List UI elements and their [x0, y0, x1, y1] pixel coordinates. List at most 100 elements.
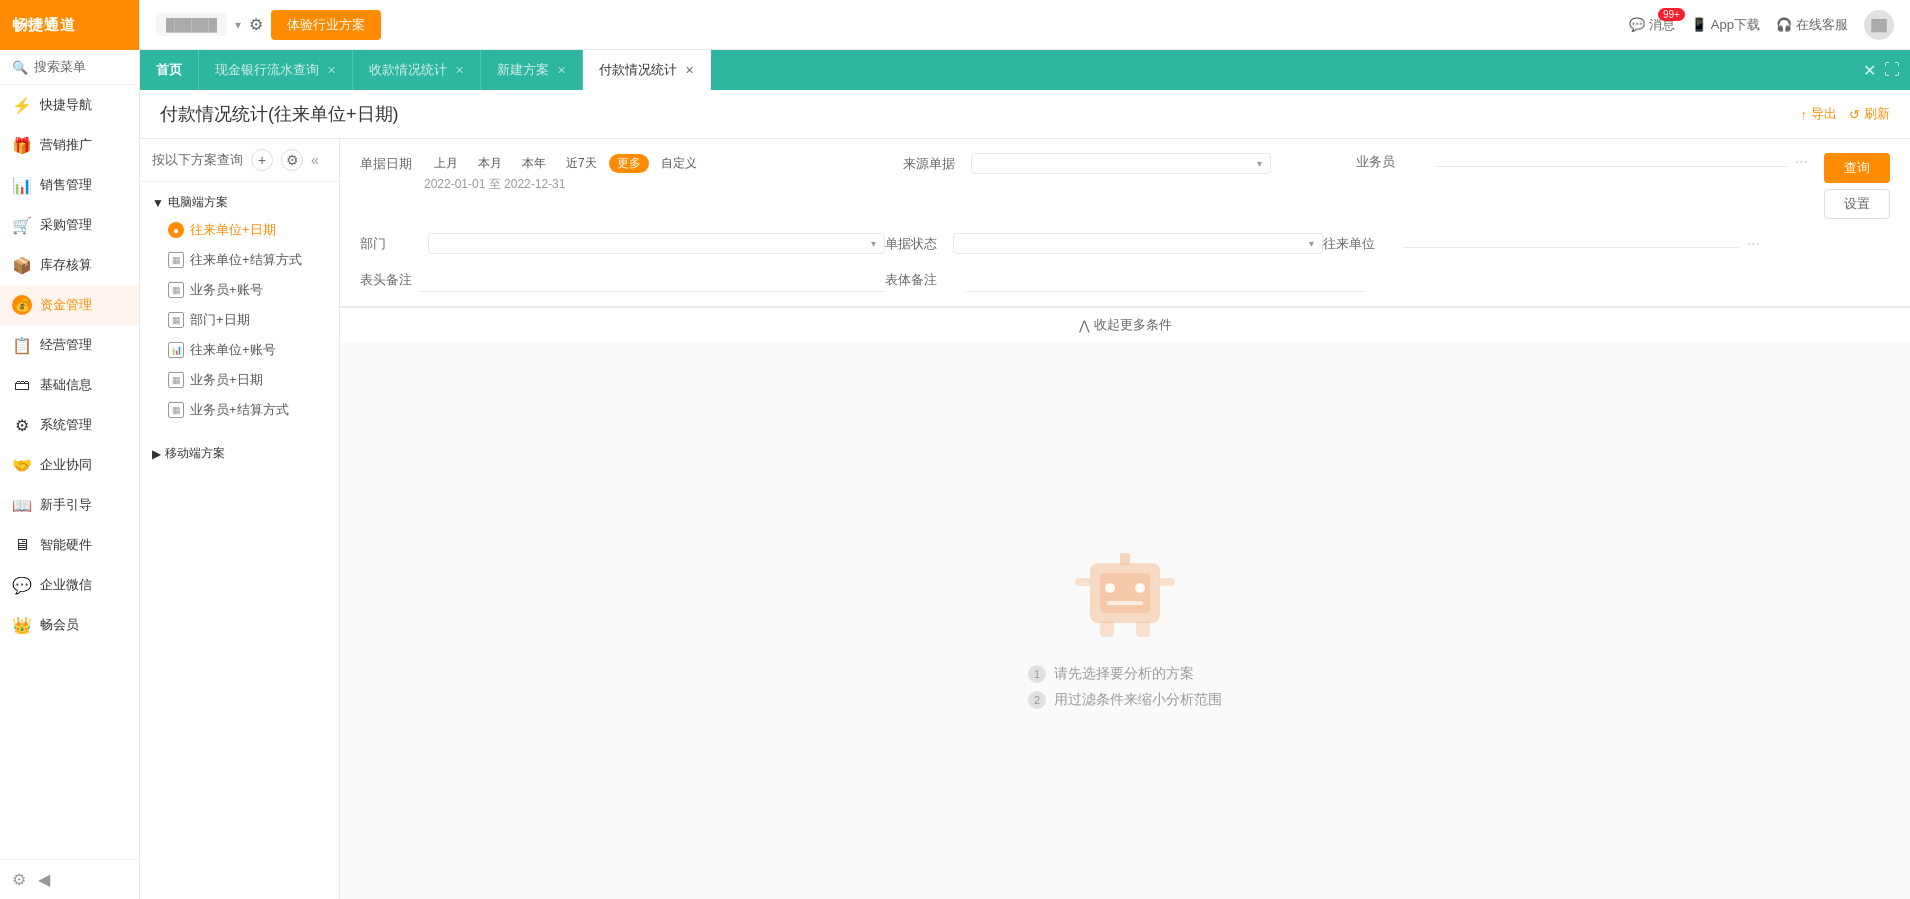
user-avatar[interactable]: ██	[1864, 10, 1894, 40]
scheme-item-salesperson-settle[interactable]: ▦ 业务员+结算方式	[140, 395, 339, 425]
purchase-icon: 🛒	[12, 215, 32, 235]
scheme-item-salesperson-account[interactable]: ▦ 业务员+账号	[140, 275, 339, 305]
dept-select[interactable]: ▾	[428, 233, 885, 254]
sidebar-item-system[interactable]: ⚙ 系统管理	[0, 405, 139, 445]
tab-fullscreen-icon[interactable]: ⛶	[1884, 61, 1900, 79]
sidebar-item-basic-info[interactable]: 🗃 基础信息	[0, 365, 139, 405]
settings-bottom-icon[interactable]: ⚙	[12, 870, 26, 889]
tabs-end-actions: ✕ ⛶	[1853, 50, 1910, 90]
sidebar-item-marketing[interactable]: 🎁 营销推广	[0, 125, 139, 165]
date-range-text: 2022-01-01 至 2022-12-31	[424, 177, 565, 191]
enterprise-icon: 🤝	[12, 455, 32, 475]
date-this-month-btn[interactable]: 本月	[470, 153, 510, 174]
app-download-item[interactable]: 📱 App下载	[1691, 16, 1760, 34]
filter-area: 单据日期 上月 本月 本年 近7天 更多 自定义	[340, 139, 1910, 307]
salesperson-dots[interactable]: ···	[1795, 153, 1808, 171]
sidebar: 畅捷通道 标准版 🔍 搜索菜单 ⚡ 快捷导航 🎁 营销推广 📊 销售管理 🛒 采…	[0, 0, 140, 899]
scheme-item-label: 业务员+日期	[190, 371, 263, 389]
export-btn[interactable]: ↑ 导出	[1801, 105, 1838, 123]
svg-rect-7	[1159, 578, 1175, 586]
sidebar-item-label: 智能硬件	[40, 536, 92, 554]
collapse-more-btn[interactable]: ⋀ 收起更多条件	[340, 307, 1910, 342]
messages-item[interactable]: 💬 消息 99+	[1629, 16, 1675, 34]
tab-payment-stats[interactable]: 付款情况统计 ✕	[583, 50, 711, 90]
sidebar-item-vip[interactable]: 👑 畅会员	[0, 605, 139, 645]
sidebar-item-guide[interactable]: 📖 新手引导	[0, 485, 139, 525]
sidebar-item-operations[interactable]: 📋 经营管理	[0, 325, 139, 365]
receipt-stats-close-icon[interactable]: ✕	[455, 64, 464, 77]
scheme-item-partner-account[interactable]: 📊 往来单位+账号	[140, 335, 339, 365]
salesperson-label: 业务员	[1356, 153, 1436, 171]
scheme-item-dept-date[interactable]: ▦ 部门+日期	[140, 305, 339, 335]
sidebar-item-purchase[interactable]: 🛒 采购管理	[0, 205, 139, 245]
tab-receipt-stats[interactable]: 收款情况统计 ✕	[353, 50, 481, 90]
scheme-add-btn[interactable]: +	[251, 149, 273, 171]
date-label: 单据日期	[360, 155, 420, 173]
sidebar-logo: 畅捷通道 标准版	[0, 0, 139, 50]
sidebar-item-sales[interactable]: 📊 销售管理	[0, 165, 139, 205]
page-header: 付款情况统计(往来单位+日期) ↑ 导出 ↺ 刷新	[140, 90, 1910, 139]
new-scheme-close-icon[interactable]: ✕	[557, 64, 566, 77]
refresh-label: 刷新	[1864, 105, 1890, 123]
source-select[interactable]: ▾	[971, 153, 1271, 174]
scheme-settings-btn[interactable]: ⚙	[281, 149, 303, 171]
scheme-item-partner-date[interactable]: ● 往来单位+日期	[140, 215, 339, 245]
refresh-btn[interactable]: ↺ 刷新	[1849, 105, 1890, 123]
source-chevron-icon: ▾	[1257, 158, 1262, 169]
date-custom-btn[interactable]: 自定义	[653, 153, 705, 174]
refresh-icon: ↺	[1849, 107, 1860, 122]
svg-point-3	[1135, 583, 1145, 593]
tab-bank-flow[interactable]: 现金银行流水查询 ✕	[199, 50, 353, 90]
grid-icon: ▦	[168, 312, 184, 328]
phone-icon: 📱	[1691, 17, 1707, 32]
sidebar-item-wechat[interactable]: 💬 企业微信	[0, 565, 139, 605]
online-service-item[interactable]: 🎧 在线客服	[1776, 16, 1848, 34]
query-btn[interactable]: 查询	[1824, 153, 1890, 183]
logo-badge: 标准版	[12, 0, 66, 48]
svg-rect-1	[1100, 573, 1150, 613]
doc-status-chevron-icon: ▾	[1309, 238, 1314, 249]
company-selector[interactable]: ██████	[156, 13, 227, 36]
scheme-item-salesperson-date[interactable]: ▦ 业务员+日期	[140, 365, 339, 395]
bank-flow-close-icon[interactable]: ✕	[327, 64, 336, 77]
settings-btn[interactable]: 设置	[1824, 189, 1890, 219]
sidebar-item-enterprise[interactable]: 🤝 企业协同	[0, 445, 139, 485]
payment-stats-close-icon[interactable]: ✕	[685, 64, 694, 77]
sidebar-item-label: 经营管理	[40, 336, 92, 354]
add-icon: +	[258, 152, 266, 168]
trial-btn[interactable]: 体验行业方案	[271, 10, 381, 40]
date-this-year-btn[interactable]: 本年	[514, 153, 554, 174]
guide-icon: 📖	[12, 495, 32, 515]
tab-home[interactable]: 首页	[140, 50, 199, 90]
date-last-month-btn[interactable]: 上月	[426, 153, 466, 174]
date-7days-btn[interactable]: 近7天	[558, 153, 605, 174]
sidebar-item-hardware[interactable]: 🖥 智能硬件	[0, 525, 139, 565]
body-note-input[interactable]	[965, 268, 1365, 292]
scheme-group-header-pc[interactable]: ▼ 电脑端方案	[140, 190, 339, 215]
scheme-panel: 按以下方案查询 + ⚙ « ▼ 电脑端方案 ●	[140, 139, 340, 899]
topbar-settings-icon[interactable]: ⚙	[249, 15, 263, 34]
collapse-sidebar-icon[interactable]: ◀	[38, 870, 50, 889]
sidebar-item-inventory[interactable]: 📦 库存核算	[0, 245, 139, 285]
sidebar-item-capital[interactable]: 💰 资金管理	[0, 285, 139, 325]
source-label: 来源单据	[903, 155, 963, 173]
avatar-text: ██	[1871, 19, 1887, 31]
scheme-item-partner-settle[interactable]: ▦ 往来单位+结算方式	[140, 245, 339, 275]
header-note-input[interactable]	[420, 268, 885, 292]
empty-step-2: 2 用过滤条件来缩小分析范围	[1028, 691, 1222, 709]
partner-dots[interactable]: ···	[1747, 235, 1760, 253]
sidebar-item-label: 基础信息	[40, 376, 92, 394]
date-more-btn[interactable]: 更多	[609, 154, 649, 173]
doc-status-select[interactable]: ▾	[953, 233, 1323, 254]
new-scheme-tab-label: 新建方案	[497, 61, 549, 79]
search-menu[interactable]: 🔍 搜索菜单	[0, 50, 139, 85]
scheme-collapse-btn[interactable]: «	[311, 152, 319, 168]
scheme-group-header-mobile[interactable]: ▶ 移动端方案	[140, 441, 339, 466]
headset-icon: 🎧	[1776, 17, 1792, 32]
scheme-group-mobile: ▶ 移动端方案	[140, 433, 339, 474]
sidebar-item-quick-nav[interactable]: ⚡ 快捷导航	[0, 85, 139, 125]
tab-new-scheme[interactable]: 新建方案 ✕	[481, 50, 583, 90]
company-chevron-icon[interactable]: ▾	[235, 18, 241, 32]
tab-close-all-icon[interactable]: ✕	[1863, 61, 1876, 80]
operations-icon: 📋	[12, 335, 32, 355]
